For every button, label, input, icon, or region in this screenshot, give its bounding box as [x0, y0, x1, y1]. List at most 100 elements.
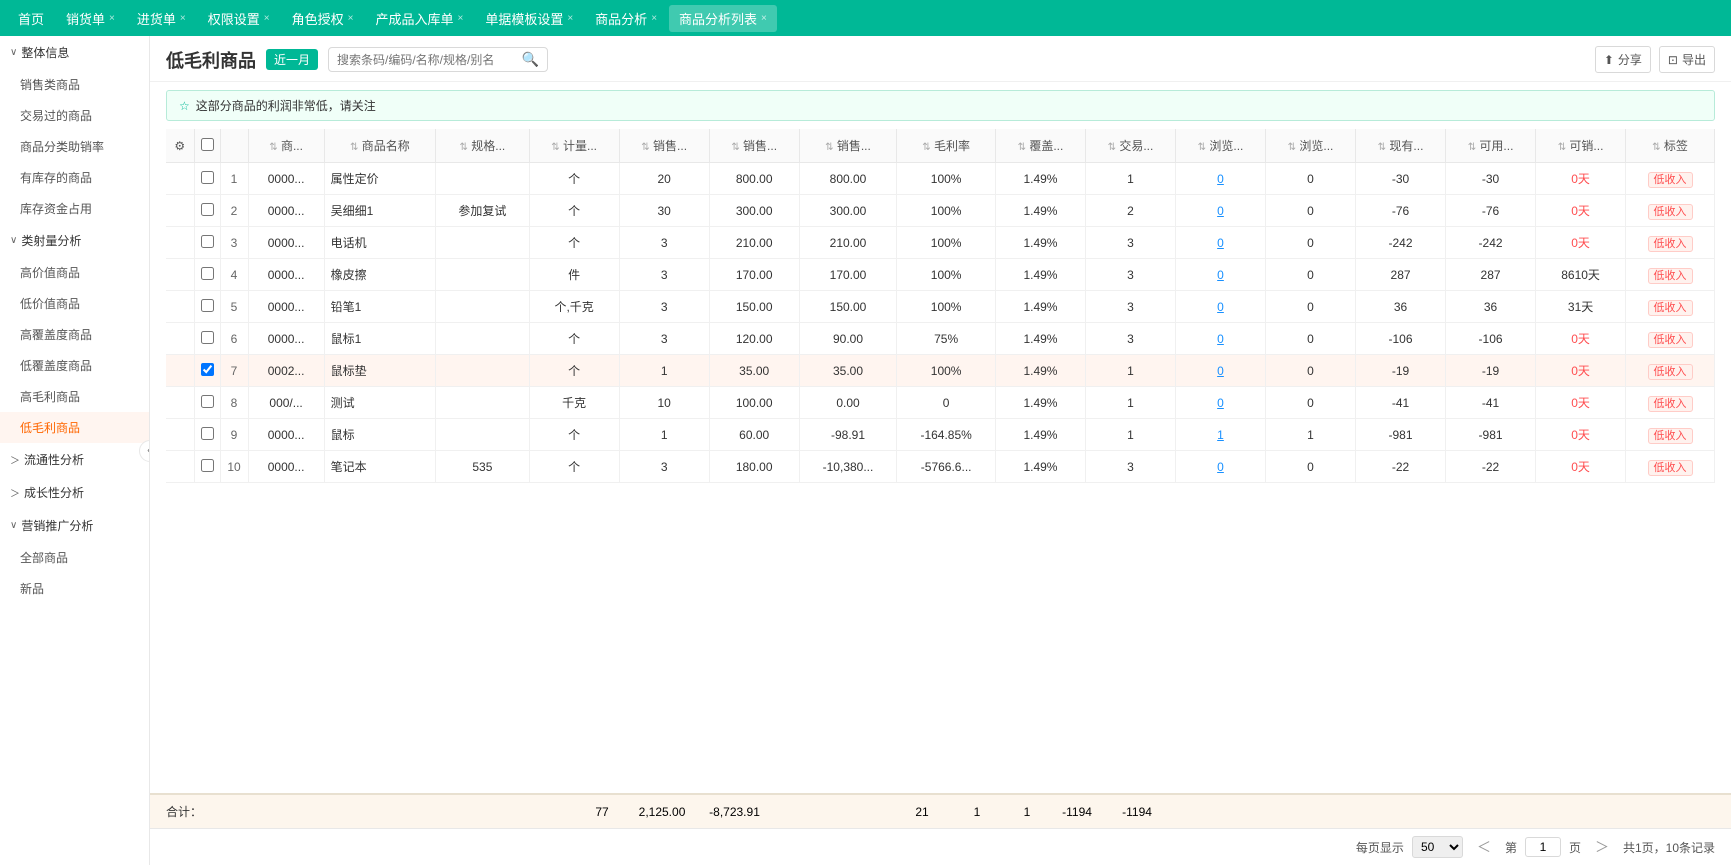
row-settings[interactable]: [166, 451, 194, 483]
sidebar-item-新品[interactable]: 新品: [0, 573, 149, 604]
nav-close-icon[interactable]: ×: [109, 13, 115, 24]
prev-page-button[interactable]: ＜: [1471, 835, 1497, 859]
row-select-checkbox[interactable]: [201, 395, 214, 408]
sidebar-group-成长性分析[interactable]: ＞成长性分析: [0, 476, 149, 509]
row-checkbox-cell[interactable]: [194, 355, 220, 387]
nav-item-产成品入库单[interactable]: 产成品入库单×: [365, 5, 473, 32]
col-header-grossRate[interactable]: ⇅ 毛利率: [897, 129, 996, 163]
row-view1[interactable]: 0: [1176, 259, 1266, 291]
row-settings[interactable]: [166, 163, 194, 195]
sidebar-item-低毛利商品[interactable]: 低毛利商品: [0, 412, 149, 443]
sidebar-group-整体信息[interactable]: ∨整体信息: [0, 36, 149, 69]
sidebar-item-交易过的商品[interactable]: 交易过的商品: [0, 100, 149, 131]
sidebar-item-高覆盖度商品[interactable]: 高覆盖度商品: [0, 319, 149, 350]
col-header-spec[interactable]: ⇅ 规格...: [436, 129, 530, 163]
current-page-input[interactable]: [1525, 837, 1561, 857]
col-header-view2[interactable]: ⇅ 浏览...: [1266, 129, 1356, 163]
col-sort-icon[interactable]: ⇅: [1288, 142, 1296, 153]
col-header-coverage[interactable]: ⇅ 覆盖...: [995, 129, 1085, 163]
row-view1[interactable]: 1: [1176, 419, 1266, 451]
settings-col-header[interactable]: ⚙: [166, 129, 194, 163]
col-sort-icon[interactable]: ⇅: [922, 142, 930, 153]
col-header-saleProfit[interactable]: ⇅ 销售...: [799, 129, 897, 163]
nav-close-icon[interactable]: ×: [567, 13, 573, 24]
col-header-code[interactable]: ⇅ 商...: [248, 129, 324, 163]
col-header-view1[interactable]: ⇅ 浏览...: [1176, 129, 1266, 163]
sidebar-item-低价值商品[interactable]: 低价值商品: [0, 288, 149, 319]
col-sort-icon[interactable]: ⇅: [350, 142, 358, 153]
col-header-current[interactable]: ⇅ 现有...: [1356, 129, 1446, 163]
col-sort-icon[interactable]: ⇅: [1652, 142, 1660, 153]
nav-item-进货单[interactable]: 进货单×: [127, 5, 196, 32]
row-select-checkbox[interactable]: [201, 171, 214, 184]
sidebar-item-高毛利商品[interactable]: 高毛利商品: [0, 381, 149, 412]
row-select-checkbox[interactable]: [201, 299, 214, 312]
row-select-checkbox[interactable]: [201, 427, 214, 440]
nav-close-icon[interactable]: ×: [264, 13, 270, 24]
col-header-txCount[interactable]: ⇅ 交易...: [1085, 129, 1175, 163]
row-checkbox-cell[interactable]: [194, 323, 220, 355]
row-view1[interactable]: 0: [1176, 195, 1266, 227]
row-view1[interactable]: 0: [1176, 323, 1266, 355]
nav-item-商品分析列表[interactable]: 商品分析列表×: [669, 5, 777, 32]
row-settings[interactable]: [166, 419, 194, 451]
share-button[interactable]: ⬆ 分享: [1595, 46, 1651, 73]
row-checkbox-cell[interactable]: [194, 195, 220, 227]
nav-close-icon[interactable]: ×: [457, 13, 463, 24]
next-page-button[interactable]: ＞: [1589, 835, 1615, 859]
col-sort-icon[interactable]: ⇅: [551, 142, 559, 153]
time-tag-button[interactable]: 近一月: [266, 49, 318, 70]
col-sort-icon[interactable]: ⇅: [1468, 142, 1476, 153]
col-sort-icon[interactable]: ⇅: [1198, 142, 1206, 153]
sidebar-item-有库存的商品[interactable]: 有库存的商品: [0, 162, 149, 193]
col-sort-icon[interactable]: ⇅: [1558, 142, 1566, 153]
sidebar-item-低覆盖度商品[interactable]: 低覆盖度商品: [0, 350, 149, 381]
nav-close-icon[interactable]: ×: [651, 13, 657, 24]
col-sort-icon[interactable]: ⇅: [641, 142, 649, 153]
col-header-available[interactable]: ⇅ 可用...: [1446, 129, 1536, 163]
col-sort-icon[interactable]: ⇅: [1018, 142, 1026, 153]
sidebar-item-销售类商品[interactable]: 销售类商品: [0, 69, 149, 100]
row-settings[interactable]: [166, 259, 194, 291]
row-select-checkbox[interactable]: [201, 267, 214, 280]
row-select-checkbox[interactable]: [201, 459, 214, 472]
col-header-tag[interactable]: ⇅ 标签: [1626, 129, 1715, 163]
row-checkbox-cell[interactable]: [194, 227, 220, 259]
col-sort-icon[interactable]: ⇅: [1108, 142, 1116, 153]
row-view1[interactable]: 0: [1176, 227, 1266, 259]
row-view1[interactable]: 0: [1176, 355, 1266, 387]
nav-close-icon[interactable]: ×: [180, 13, 186, 24]
col-sort-icon[interactable]: ⇅: [731, 142, 739, 153]
row-view1[interactable]: 0: [1176, 387, 1266, 419]
search-input[interactable]: [337, 53, 516, 67]
select-all-checkbox[interactable]: [201, 138, 214, 151]
row-checkbox-cell[interactable]: [194, 451, 220, 483]
row-view1[interactable]: 0: [1176, 291, 1266, 323]
row-settings[interactable]: [166, 291, 194, 323]
sidebar-item-库存资金占用[interactable]: 库存资金占用: [0, 193, 149, 224]
row-select-checkbox[interactable]: [201, 203, 214, 216]
col-sort-icon[interactable]: ⇅: [460, 142, 468, 153]
nav-item-商品分析[interactable]: 商品分析×: [585, 5, 667, 32]
nav-item-销货单[interactable]: 销货单×: [56, 5, 125, 32]
row-settings[interactable]: [166, 323, 194, 355]
row-checkbox-cell[interactable]: [194, 387, 220, 419]
nav-item-权限设置[interactable]: 权限设置×: [198, 5, 280, 32]
nav-item-首页[interactable]: 首页: [8, 5, 54, 32]
nav-close-icon[interactable]: ×: [761, 13, 767, 24]
row-checkbox-cell[interactable]: [194, 419, 220, 451]
col-header-name[interactable]: ⇅ 商品名称: [324, 129, 435, 163]
row-select-checkbox[interactable]: [201, 363, 214, 376]
row-checkbox-cell[interactable]: [194, 291, 220, 323]
nav-item-角色授权[interactable]: 角色授权×: [282, 5, 364, 32]
col-sort-icon[interactable]: ⇅: [825, 142, 833, 153]
sidebar-item-商品分类助销率[interactable]: 商品分类助销率: [0, 131, 149, 162]
select-all-col[interactable]: [194, 129, 220, 163]
row-settings[interactable]: [166, 227, 194, 259]
nav-item-单据模板设置[interactable]: 单据模板设置×: [475, 5, 583, 32]
sidebar-item-全部商品[interactable]: 全部商品: [0, 542, 149, 573]
export-button[interactable]: ⊡ 导出: [1659, 46, 1715, 73]
row-checkbox-cell[interactable]: [194, 163, 220, 195]
row-checkbox-cell[interactable]: [194, 259, 220, 291]
sidebar-group-类射量分析[interactable]: ∨类射量分析: [0, 224, 149, 257]
